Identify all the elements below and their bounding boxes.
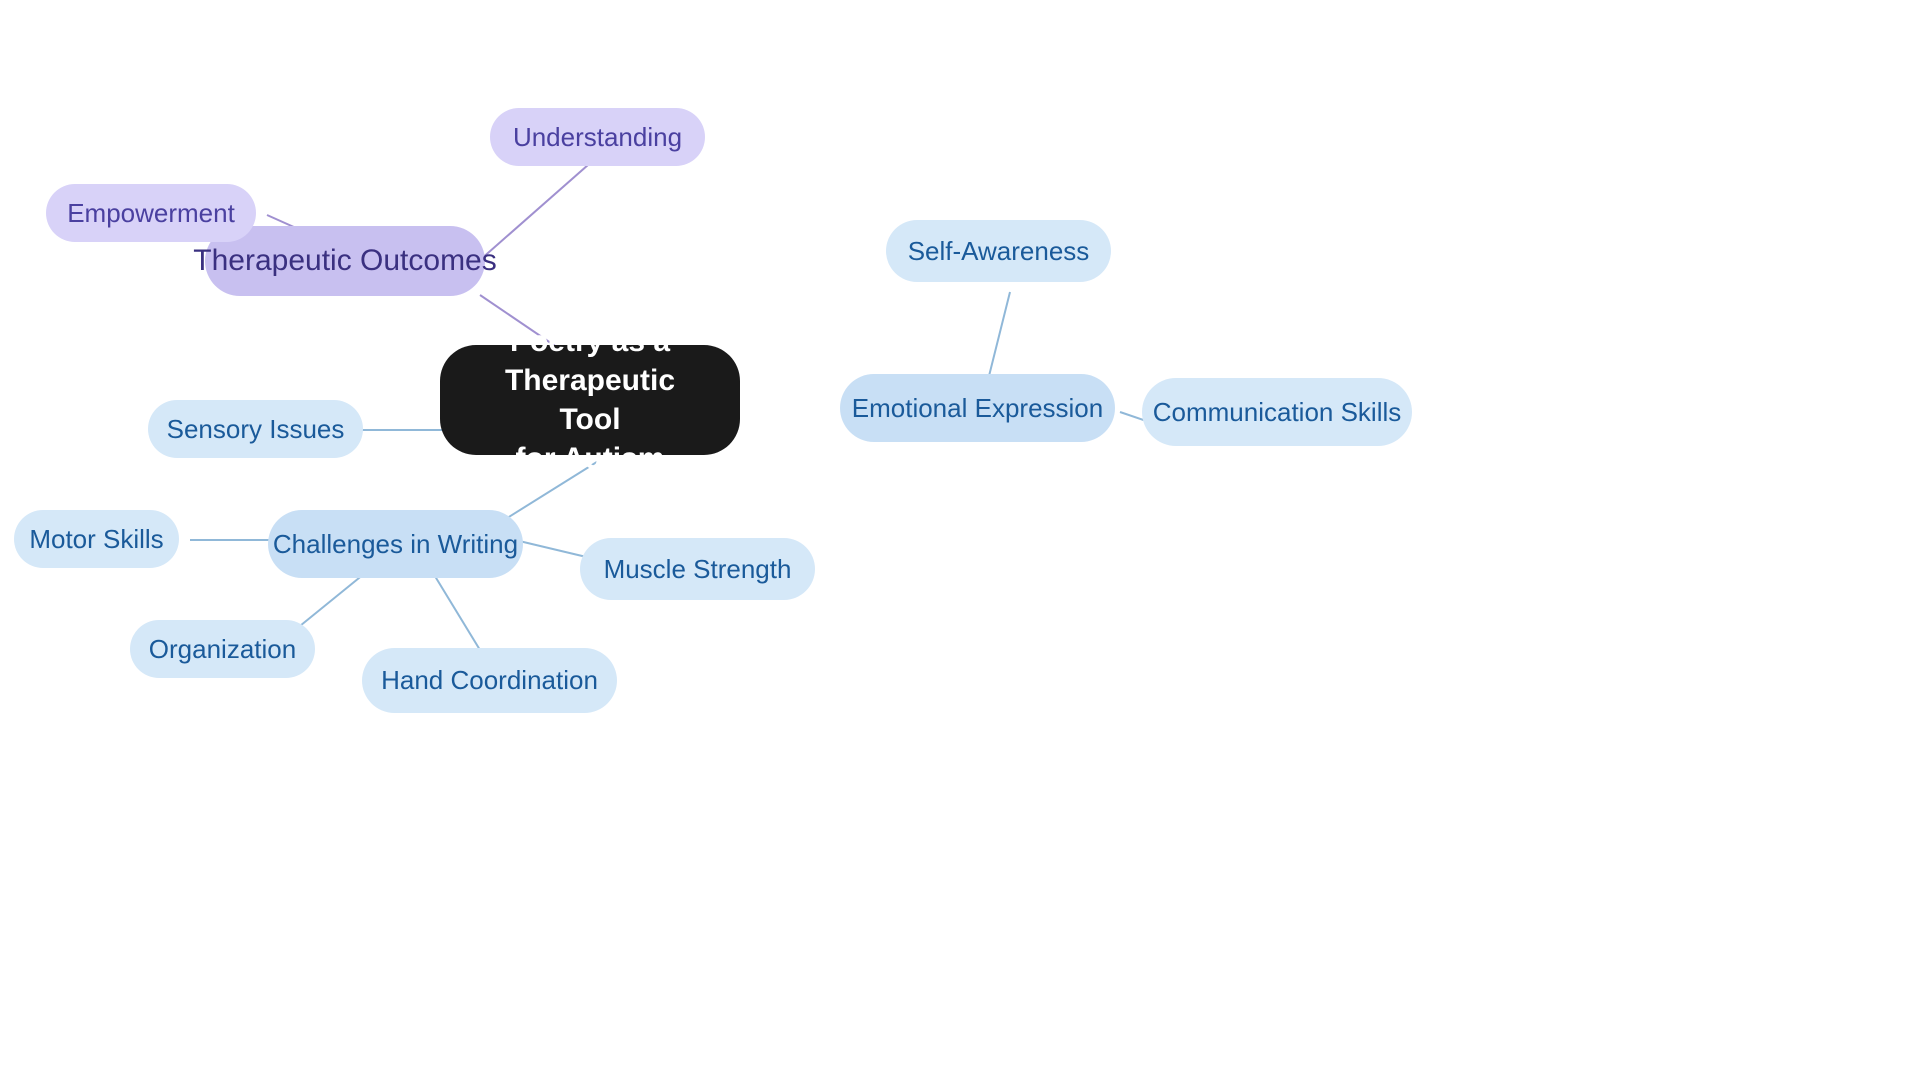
communication-skills-node: Communication Skills [1142, 378, 1412, 446]
hand-coordination-node: Hand Coordination [362, 648, 617, 713]
self-awareness-node: Self-Awareness [886, 220, 1111, 282]
sensory-issues-node: Sensory Issues [148, 400, 363, 458]
muscle-strength-node: Muscle Strength [580, 538, 815, 600]
therapeutic-outcomes-node: Therapeutic Outcomes [205, 226, 485, 296]
organization-node: Organization [130, 620, 315, 678]
challenges-writing-node: Challenges in Writing [268, 510, 523, 578]
understanding-node: Understanding [490, 108, 705, 166]
empowerment-node: Empowerment [46, 184, 256, 242]
center-node: Poetry as a Therapeutic Tool for Autism [440, 345, 740, 455]
emotional-expression-node: Emotional Expression [840, 374, 1115, 442]
motor-skills-node: Motor Skills [14, 510, 179, 568]
